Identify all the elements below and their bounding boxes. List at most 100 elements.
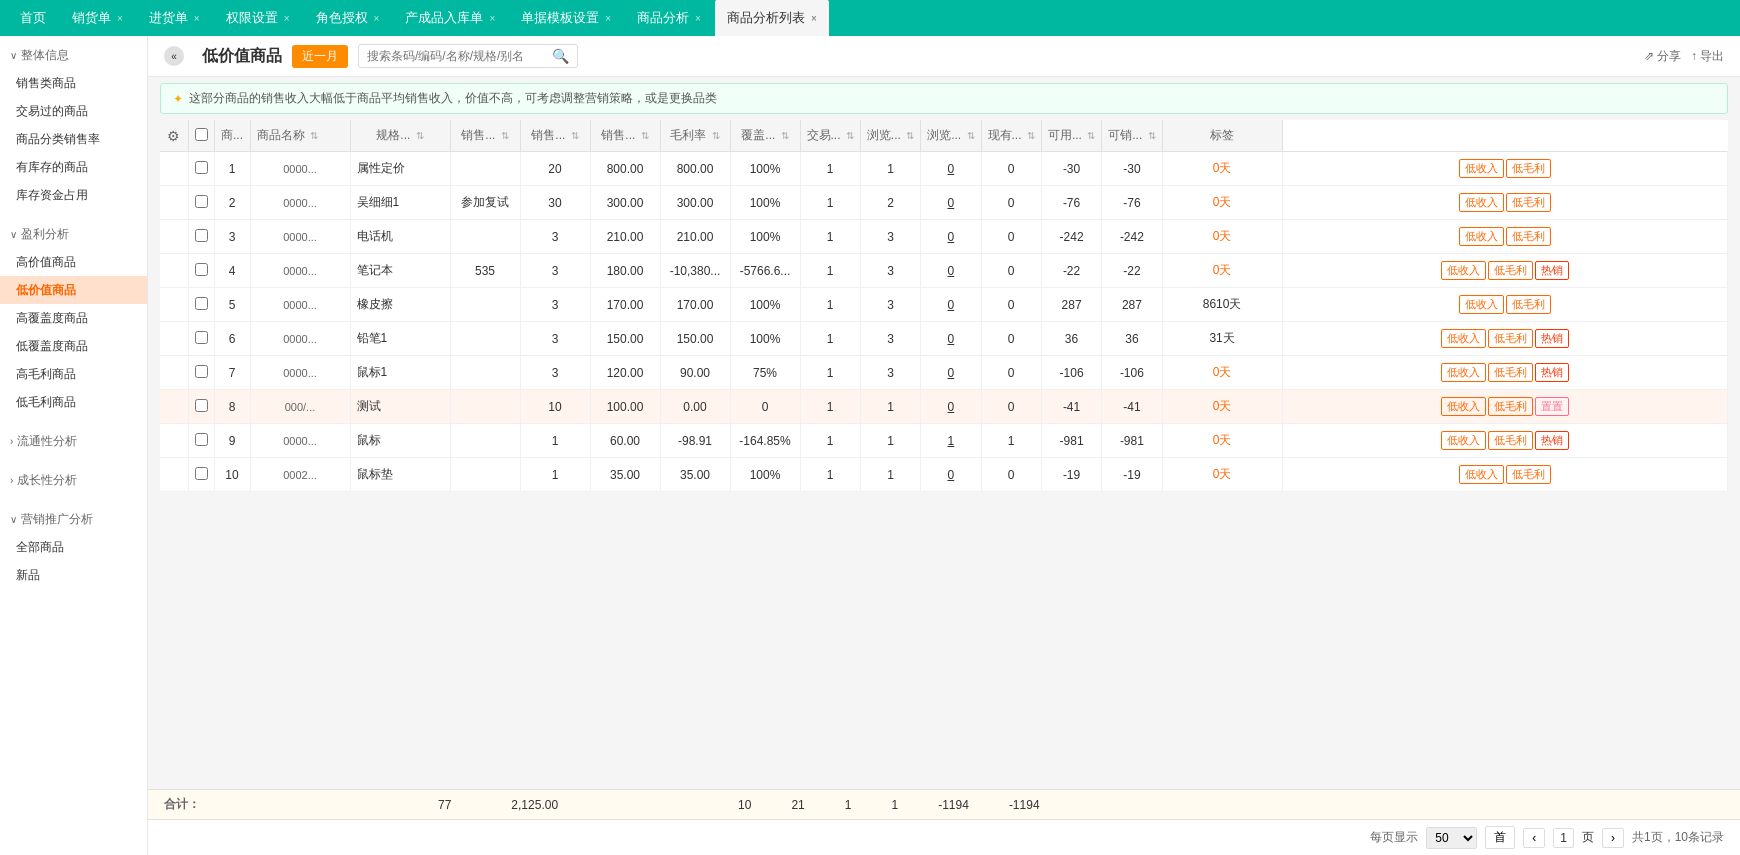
footer-stock: -1194 [938,798,969,812]
col-view2[interactable]: 浏览... ⇅ [921,120,981,152]
nav-role[interactable]: 角色授权 × [304,0,392,36]
sidebar-item-high-value[interactable]: 高价值商品 [0,248,147,276]
col-sales-amt[interactable]: 销售... ⇅ [520,120,590,152]
share-btn[interactable]: ⇗ 分享 [1644,48,1681,65]
row-sales-avg: 90.00 [660,356,730,390]
col-trade-count[interactable]: 交易... ⇅ [800,120,860,152]
col-spec[interactable]: 规格... ⇅ [350,120,450,152]
sidebar-item-new-goods[interactable]: 新品 [0,561,147,589]
row-avail: 36 [1102,322,1162,356]
row-checkbox[interactable] [195,229,208,242]
row-checkbox-cell [188,322,214,356]
col-gear[interactable]: ⚙ [160,120,188,152]
collapse-arrow-growth: › [10,475,13,486]
col-gross-rate[interactable]: 毛利率 ⇅ [660,120,730,152]
sidebar-item-sales-goods[interactable]: 销售类商品 [0,69,147,97]
sidebar-group-flow-header[interactable]: › 流通性分析 [0,428,147,455]
col-view1[interactable]: 浏览... ⇅ [860,120,920,152]
row-checkbox[interactable] [195,467,208,480]
prev-page-btn[interactable]: ‹ [1523,828,1545,848]
view1-link[interactable]: 0 [948,366,955,380]
row-checkbox[interactable] [195,365,208,378]
view1-link[interactable]: 0 [948,196,955,210]
tag: 低收入 [1459,227,1504,246]
nav-analysis-list[interactable]: 商品分析列表 × [715,0,829,36]
row-avail: -981 [1102,424,1162,458]
sidebar-group-growth-header[interactable]: › 成长性分析 [0,467,147,494]
col-stock[interactable]: 现有... ⇅ [981,120,1041,152]
view1-link[interactable]: 0 [948,400,955,414]
sidebar-item-stock-capital[interactable]: 库存资金占用 [0,181,147,209]
sidebar-item-traded-goods[interactable]: 交易过的商品 [0,97,147,125]
nav-permission[interactable]: 权限设置 × [214,0,302,36]
sidebar-item-low-value[interactable]: 低价值商品 [0,276,147,304]
row-gross-rate: 75% [730,356,800,390]
row-checkbox[interactable] [195,297,208,310]
row-checkbox[interactable] [195,433,208,446]
view1-link[interactable]: 0 [948,264,955,278]
search-icon[interactable]: 🔍 [552,48,569,64]
nav-analysis[interactable]: 商品分析 × [625,0,713,36]
sidebar-item-low-margin[interactable]: 低毛利商品 [0,388,147,416]
tag: 低收入 [1441,431,1486,450]
page-num: 1 [1553,828,1574,848]
row-spec [450,152,520,186]
sidebar-item-all-goods[interactable]: 全部商品 [0,533,147,561]
export-btn[interactable]: ↑ 导出 [1691,48,1724,65]
col-avail[interactable]: 可用... ⇅ [1041,120,1101,152]
tag: 低收入 [1441,329,1486,348]
col-sales-avg[interactable]: 销售... ⇅ [590,120,660,152]
view1-link[interactable]: 0 [948,332,955,346]
row-checkbox[interactable] [195,399,208,412]
row-view2: 0 [981,390,1041,424]
row-saleable: 0天 [1162,424,1282,458]
nav-purchase[interactable]: 进货单 × [137,0,212,36]
row-spec: 参加复试 [450,186,520,220]
row-checkbox-cell [188,288,214,322]
row-saleable: 0天 [1162,356,1282,390]
first-page-btn[interactable]: 首 [1485,826,1515,849]
sidebar-item-stock-goods[interactable]: 有库存的商品 [0,153,147,181]
row-checkbox[interactable] [195,331,208,344]
nav-home[interactable]: 首页 [8,0,58,36]
col-name[interactable]: 商品名称 ⇅ [250,120,350,152]
nav-template[interactable]: 单据模板设置 × [509,0,623,36]
sidebar-item-high-margin[interactable]: 高毛利商品 [0,360,147,388]
row-checkbox[interactable] [195,195,208,208]
nav-sales[interactable]: 销货单 × [60,0,135,36]
col-saleable[interactable]: 可销... ⇅ [1102,120,1162,152]
row-gear [160,186,188,220]
row-checkbox[interactable] [195,161,208,174]
sidebar-item-category-sales[interactable]: 商品分类销售率 [0,125,147,153]
col-sales-qty[interactable]: 销售... ⇅ [450,120,520,152]
row-gear [160,254,188,288]
sidebar-group-overall-header[interactable]: ∨ 整体信息 [0,42,147,69]
select-all-checkbox[interactable] [195,128,208,141]
nav-product-in[interactable]: 产成品入库单 × [393,0,507,36]
row-trade-count: 3 [860,254,920,288]
row-sales-qty: 3 [520,356,590,390]
row-tags: 低收入低毛利 [1282,220,1727,254]
sidebar-item-low-coverage[interactable]: 低覆盖度商品 [0,332,147,360]
row-coverage: 1 [800,390,860,424]
view1-link[interactable]: 0 [948,230,955,244]
sidebar-collapse-btn[interactable]: « [164,46,184,66]
next-page-btn[interactable]: › [1602,828,1624,848]
sidebar-group-marketing-header[interactable]: ∨ 营销推广分析 [0,506,147,533]
view1-link[interactable]: 1 [948,434,955,448]
row-checkbox[interactable] [195,263,208,276]
page-size-select[interactable]: 50 100 200 [1426,827,1477,849]
row-view1: 0 [921,152,981,186]
view1-link[interactable]: 0 [948,162,955,176]
view1-link[interactable]: 0 [948,468,955,482]
view1-link[interactable]: 0 [948,298,955,312]
search-input[interactable] [367,49,552,63]
sidebar-item-high-coverage[interactable]: 高覆盖度商品 [0,304,147,332]
col-coverage[interactable]: 覆盖... ⇅ [730,120,800,152]
row-coverage: 1 [800,254,860,288]
sidebar-group-profit-header[interactable]: ∨ 盈利分析 [0,221,147,248]
page-title: 低价值商品 [202,46,282,67]
filter-btn[interactable]: 近一月 [292,45,348,68]
row-saleable: 31天 [1162,322,1282,356]
row-num: 3 [214,220,250,254]
